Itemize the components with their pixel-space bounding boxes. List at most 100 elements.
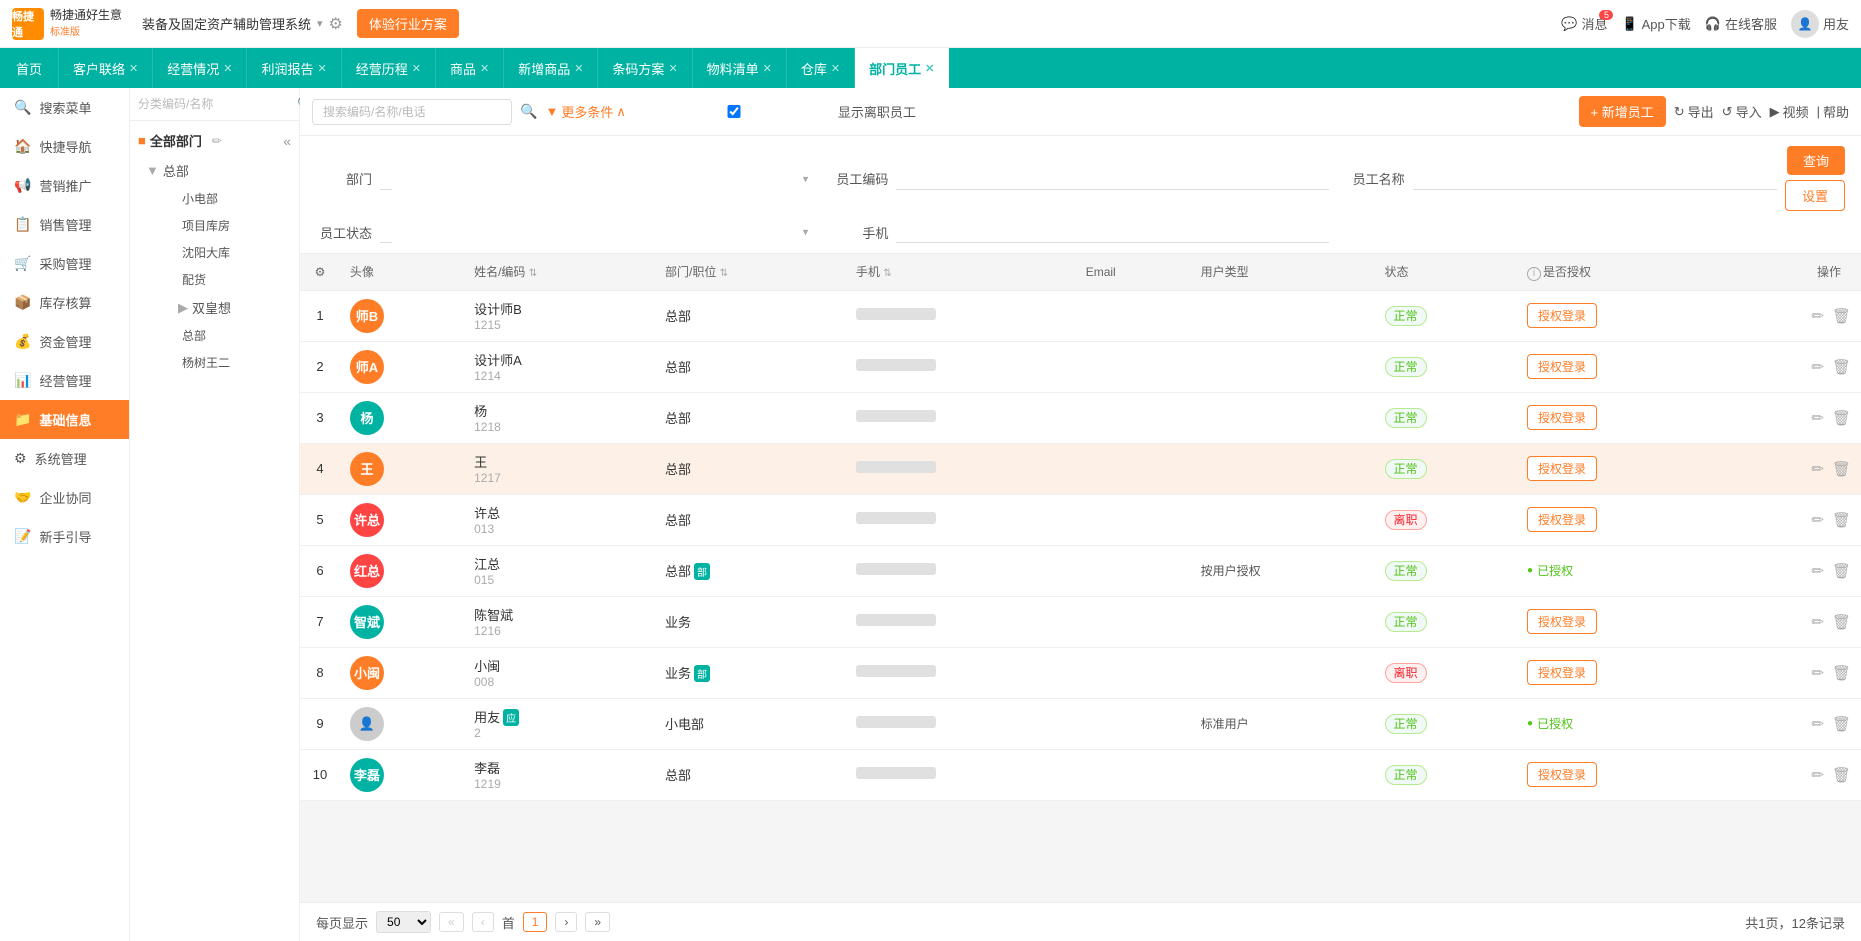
sidebar-item-marketing[interactable]: 📢 营销推广 (0, 166, 129, 205)
user-area[interactable]: 👤 用友 (1791, 10, 1849, 38)
dept-node-peihuo[interactable]: 配货 (162, 266, 299, 293)
auth-btn[interactable]: 授权登录 (1527, 456, 1597, 481)
edit-btn[interactable]: ✏ (1811, 562, 1824, 580)
last-page-btn[interactable]: » (585, 912, 610, 932)
empcode-filter-input[interactable] (896, 168, 1328, 190)
dept-node-xmkf[interactable]: 项目库房 (162, 212, 299, 239)
add-employee-btn[interactable]: + 新增员工 (1579, 96, 1666, 127)
per-page-select[interactable]: 50 100 200 (376, 911, 431, 933)
close-icon[interactable]: ✕ (574, 62, 583, 75)
help-btn[interactable]: | 帮助 (1817, 102, 1849, 121)
messages-btn[interactable]: 💬 消息 5 (1561, 14, 1607, 33)
dept-node-xiaodibu[interactable]: 小电部 (162, 185, 299, 212)
title-dropdown-btn[interactable]: ▾ (317, 17, 323, 30)
first-page-btn[interactable]: « (439, 912, 464, 932)
delete-btn[interactable]: 🗑 (1832, 511, 1851, 529)
sidebar-item-sales[interactable]: 📋 销售管理 (0, 205, 129, 244)
online-support-btn[interactable]: 🎧 在线客服 (1705, 14, 1777, 33)
dept-node-zongbu-parent[interactable]: ▼ 总部 (130, 156, 299, 185)
sidebar-item-inventory[interactable]: 📦 库存核算 (0, 283, 129, 322)
show-resigned-checkbox[interactable] (634, 105, 834, 118)
delete-btn[interactable]: 🗑 (1832, 460, 1851, 478)
close-icon[interactable]: ✕ (318, 62, 327, 75)
delete-btn[interactable]: 🗑 (1832, 562, 1851, 580)
tab-new-product[interactable]: 新增商品 ✕ (504, 48, 598, 88)
app-download-btn[interactable]: 📱 App下载 (1621, 14, 1690, 33)
edit-btn[interactable]: ✏ (1811, 460, 1824, 478)
edit-btn[interactable]: ✏ (1811, 358, 1824, 376)
edit-btn[interactable]: ✏ (1811, 766, 1824, 784)
dept-node-shuanghuang[interactable]: ▶ 双皇想 (162, 293, 299, 322)
sidebar-item-search[interactable]: 🔍 搜索菜单 (0, 88, 129, 127)
delete-btn[interactable]: 🗑 (1832, 715, 1851, 733)
search-btn[interactable]: 🔍 (520, 103, 537, 120)
sort-icon[interactable]: ⇅ (529, 268, 537, 279)
auth-btn[interactable]: 授权登录 (1527, 303, 1597, 328)
dept-filter-select[interactable] (380, 168, 392, 190)
trial-btn[interactable]: 体验行业方案 (357, 9, 459, 38)
close-icon[interactable]: ✕ (763, 62, 772, 75)
close-icon[interactable]: ✕ (668, 62, 677, 75)
auth-btn[interactable]: 授权登录 (1527, 354, 1597, 379)
sidebar-item-system[interactable]: ⚙ 系统管理 (0, 439, 129, 478)
tab-profit[interactable]: 利润报告 ✕ (247, 48, 341, 88)
tab-products[interactable]: 商品 ✕ (436, 48, 504, 88)
more-filter-btn[interactable]: ▼ 更多条件 ∧ (545, 102, 625, 121)
dept-node-yangshuwang[interactable]: 杨树王二 (162, 349, 299, 376)
auth-btn[interactable]: 授权登录 (1527, 507, 1597, 532)
auth-btn[interactable]: 授权登录 (1527, 405, 1597, 430)
sort-icon[interactable]: ⇅ (883, 268, 891, 279)
delete-btn[interactable]: 🗑 (1832, 358, 1851, 376)
edit-btn[interactable]: ✏ (1811, 715, 1824, 733)
tab-history[interactable]: 经营历程 ✕ (342, 48, 436, 88)
dept-node-zongbu-sub[interactable]: 总部 (162, 322, 299, 349)
prev-page-btn[interactable]: ‹ (472, 912, 494, 932)
search-input[interactable] (312, 99, 512, 125)
auth-btn[interactable]: 授权登录 (1527, 609, 1597, 634)
edit-btn[interactable]: ✏ (1811, 613, 1824, 631)
export-btn[interactable]: ↻ 导出 (1674, 102, 1714, 121)
close-icon[interactable]: ✕ (831, 62, 840, 75)
close-icon[interactable]: ✕ (925, 62, 934, 75)
close-icon[interactable]: ✕ (129, 62, 138, 75)
dept-node-sydk[interactable]: 沈阳大库 (162, 239, 299, 266)
auth-btn[interactable]: 授权登录 (1527, 762, 1597, 787)
tab-operations[interactable]: 经营情况 ✕ (153, 48, 247, 88)
dept-edit-btn[interactable]: ✏ (212, 134, 222, 148)
delete-btn[interactable]: 🗑 (1832, 307, 1851, 325)
sidebar-item-nav[interactable]: 🏠 快捷导航 (0, 127, 129, 166)
phone-filter-input[interactable] (896, 221, 1328, 243)
empname-filter-input[interactable] (1413, 168, 1777, 190)
delete-btn[interactable]: 🗑 (1832, 409, 1851, 427)
next-page-btn[interactable]: › (555, 912, 577, 932)
delete-btn[interactable]: 🗑 (1832, 766, 1851, 784)
edit-btn[interactable]: ✏ (1811, 307, 1824, 325)
edit-btn[interactable]: ✏ (1811, 409, 1824, 427)
import-btn[interactable]: ↺ 导入 (1722, 102, 1762, 121)
sidebar-item-management[interactable]: 📊 经营管理 (0, 361, 129, 400)
edit-btn[interactable]: ✏ (1811, 664, 1824, 682)
delete-btn[interactable]: 🗑 (1832, 613, 1851, 631)
delete-btn[interactable]: 🗑 (1832, 664, 1851, 682)
tab-department[interactable]: 部门员工 ✕ (855, 48, 949, 88)
query-btn[interactable]: 查询 (1787, 146, 1845, 175)
sidebar-item-guide[interactable]: 📝 新手引导 (0, 517, 129, 556)
close-icon[interactable]: ✕ (412, 62, 421, 75)
sidebar-item-finance[interactable]: 💰 资金管理 (0, 322, 129, 361)
video-btn[interactable]: ▶ 视频 (1770, 102, 1809, 121)
tab-customer[interactable]: 客户联络 ✕ (59, 48, 153, 88)
auth-btn[interactable]: 授权登录 (1527, 660, 1597, 685)
settings-gear-btn[interactable]: ⚙ (329, 14, 343, 34)
sidebar-item-basic[interactable]: 📁 基础信息 (0, 400, 129, 439)
dept-collapse-btn[interactable]: « (283, 133, 291, 149)
tab-warehouse[interactable]: 仓库 ✕ (787, 48, 855, 88)
tab-bom[interactable]: 物料清单 ✕ (693, 48, 787, 88)
empstatus-filter-select[interactable] (380, 221, 392, 243)
tab-home[interactable]: 首页 (0, 48, 59, 88)
show-resigned-checkbox-area[interactable]: 显示离职员工 (634, 102, 916, 121)
tab-barcode[interactable]: 条码方案 ✕ (598, 48, 692, 88)
set-btn[interactable]: 设置 (1785, 180, 1845, 211)
sidebar-item-purchase[interactable]: 🛒 采购管理 (0, 244, 129, 283)
sort-icon[interactable]: ⇅ (720, 268, 728, 279)
sidebar-item-collab[interactable]: 🤝 企业协同 (0, 478, 129, 517)
